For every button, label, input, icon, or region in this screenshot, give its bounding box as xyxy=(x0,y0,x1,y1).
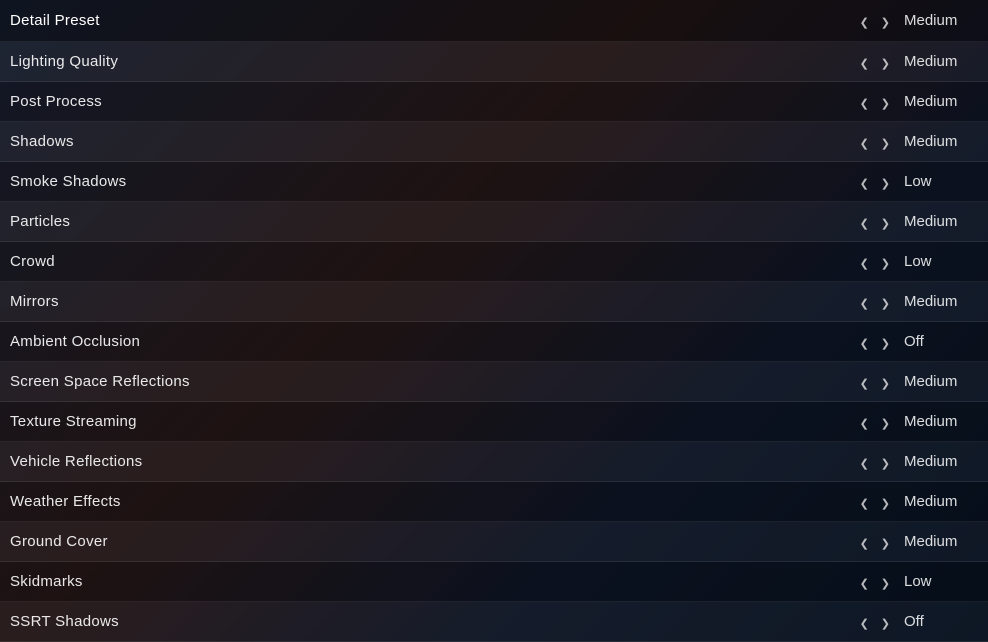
setting-row-particles: Particles Medium xyxy=(0,202,988,242)
setting-row-weather-effects: Weather Effects Medium xyxy=(0,482,988,522)
setting-control-particles: Medium xyxy=(856,212,978,232)
setting-value-weather-effects: Medium xyxy=(898,493,978,510)
setting-control-smoke-shadows: Low xyxy=(856,172,978,192)
arrow-left-smoke-shadows[interactable] xyxy=(856,172,873,192)
arrow-right-ambient-occlusion[interactable] xyxy=(877,332,894,352)
setting-row-smoke-shadows: Smoke Shadows Low xyxy=(0,162,988,202)
setting-value-ssrt-shadows: Off xyxy=(898,613,978,630)
arrow-left-screen-space-reflections[interactable] xyxy=(856,372,873,392)
arrow-right-ground-cover[interactable] xyxy=(877,532,894,552)
arrow-left-crowd[interactable] xyxy=(856,252,873,272)
arrow-right-detail-preset[interactable] xyxy=(877,11,894,31)
setting-value-ambient-occlusion: Off xyxy=(898,333,978,350)
arrow-left-vehicle-reflections[interactable] xyxy=(856,452,873,472)
arrow-right-lighting-quality[interactable] xyxy=(877,52,894,72)
setting-row-texture-streaming: Texture Streaming Medium xyxy=(0,402,988,442)
setting-label-shadows: Shadows xyxy=(10,133,856,150)
setting-value-screen-space-reflections: Medium xyxy=(898,373,978,390)
arrow-left-particles[interactable] xyxy=(856,212,873,232)
arrow-left-mirrors[interactable] xyxy=(856,292,873,312)
setting-label-ambient-occlusion: Ambient Occlusion xyxy=(10,333,856,350)
setting-label-detail-preset: Detail Preset xyxy=(10,12,856,29)
arrow-left-post-process[interactable] xyxy=(856,92,873,112)
setting-value-shadows: Medium xyxy=(898,133,978,150)
arrow-left-texture-streaming[interactable] xyxy=(856,412,873,432)
setting-row-lighting-quality: Lighting Quality Medium xyxy=(0,42,988,82)
arrow-right-crowd[interactable] xyxy=(877,252,894,272)
arrow-right-texture-streaming[interactable] xyxy=(877,412,894,432)
arrow-left-detail-preset[interactable] xyxy=(856,11,873,31)
setting-control-texture-streaming: Medium xyxy=(856,412,978,432)
setting-control-screen-space-reflections: Medium xyxy=(856,372,978,392)
arrow-left-ambient-occlusion[interactable] xyxy=(856,332,873,352)
setting-value-post-process: Medium xyxy=(898,93,978,110)
setting-control-weather-effects: Medium xyxy=(856,492,978,512)
setting-row-ssrt-shadows: SSRT Shadows Off xyxy=(0,602,988,642)
arrow-right-mirrors[interactable] xyxy=(877,292,894,312)
setting-label-smoke-shadows: Smoke Shadows xyxy=(10,173,856,190)
setting-control-ground-cover: Medium xyxy=(856,532,978,552)
setting-value-skidmarks: Low xyxy=(898,573,978,590)
arrow-right-post-process[interactable] xyxy=(877,92,894,112)
arrow-left-shadows[interactable] xyxy=(856,132,873,152)
setting-label-skidmarks: Skidmarks xyxy=(10,573,856,590)
arrow-left-weather-effects[interactable] xyxy=(856,492,873,512)
arrow-left-ground-cover[interactable] xyxy=(856,532,873,552)
arrow-right-shadows[interactable] xyxy=(877,132,894,152)
setting-label-screen-space-reflections: Screen Space Reflections xyxy=(10,373,856,390)
setting-label-vehicle-reflections: Vehicle Reflections xyxy=(10,453,856,470)
setting-value-mirrors: Medium xyxy=(898,293,978,310)
setting-label-particles: Particles xyxy=(10,213,856,230)
setting-label-texture-streaming: Texture Streaming xyxy=(10,413,856,430)
setting-value-vehicle-reflections: Medium xyxy=(898,453,978,470)
setting-label-lighting-quality: Lighting Quality xyxy=(10,53,856,70)
arrow-right-screen-space-reflections[interactable] xyxy=(877,372,894,392)
setting-control-ssrt-shadows: Off xyxy=(856,612,978,632)
setting-control-lighting-quality: Medium xyxy=(856,52,978,72)
setting-value-lighting-quality: Medium xyxy=(898,53,978,70)
setting-row-mirrors: Mirrors Medium xyxy=(0,282,988,322)
setting-value-texture-streaming: Medium xyxy=(898,413,978,430)
arrow-left-lighting-quality[interactable] xyxy=(856,52,873,72)
setting-row-crowd: Crowd Low xyxy=(0,242,988,282)
setting-label-ssrt-shadows: SSRT Shadows xyxy=(10,613,856,630)
setting-label-ground-cover: Ground Cover xyxy=(10,533,856,550)
setting-row-ambient-occlusion: Ambient Occlusion Off xyxy=(0,322,988,362)
arrow-right-ssrt-shadows[interactable] xyxy=(877,612,894,632)
setting-row-ground-cover: Ground Cover Medium xyxy=(0,522,988,562)
setting-row-screen-space-reflections: Screen Space Reflections Medium xyxy=(0,362,988,402)
settings-container: Detail Preset Medium Lighting Quality Mediu… xyxy=(0,0,988,642)
setting-control-ambient-occlusion: Off xyxy=(856,332,978,352)
setting-label-weather-effects: Weather Effects xyxy=(10,493,856,510)
setting-control-detail-preset: Medium xyxy=(856,11,978,31)
setting-row-vehicle-reflections: Vehicle Reflections Medium xyxy=(0,442,988,482)
setting-control-mirrors: Medium xyxy=(856,292,978,312)
setting-row-shadows: Shadows Medium xyxy=(0,122,988,162)
arrow-right-particles[interactable] xyxy=(877,212,894,232)
setting-control-vehicle-reflections: Medium xyxy=(856,452,978,472)
setting-value-detail-preset: Medium xyxy=(898,12,978,29)
setting-row-post-process: Post Process Medium xyxy=(0,82,988,122)
setting-row-detail-preset: Detail Preset Medium xyxy=(0,0,988,42)
arrow-right-smoke-shadows[interactable] xyxy=(877,172,894,192)
arrow-right-weather-effects[interactable] xyxy=(877,492,894,512)
setting-control-crowd: Low xyxy=(856,252,978,272)
setting-control-skidmarks: Low xyxy=(856,572,978,592)
setting-control-post-process: Medium xyxy=(856,92,978,112)
setting-row-skidmarks: Skidmarks Low xyxy=(0,562,988,602)
setting-value-crowd: Low xyxy=(898,253,978,270)
setting-label-crowd: Crowd xyxy=(10,253,856,270)
arrow-left-skidmarks[interactable] xyxy=(856,572,873,592)
setting-value-particles: Medium xyxy=(898,213,978,230)
setting-label-post-process: Post Process xyxy=(10,93,856,110)
arrow-right-skidmarks[interactable] xyxy=(877,572,894,592)
arrow-left-ssrt-shadows[interactable] xyxy=(856,612,873,632)
setting-label-mirrors: Mirrors xyxy=(10,293,856,310)
arrow-right-vehicle-reflections[interactable] xyxy=(877,452,894,472)
setting-control-shadows: Medium xyxy=(856,132,978,152)
setting-value-smoke-shadows: Low xyxy=(898,173,978,190)
setting-value-ground-cover: Medium xyxy=(898,533,978,550)
